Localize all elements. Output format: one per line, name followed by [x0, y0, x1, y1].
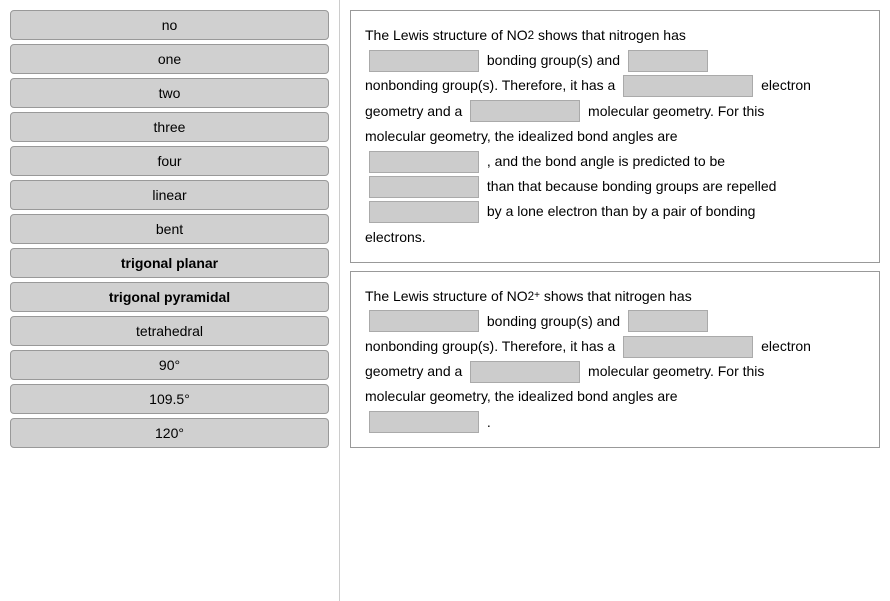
block2-line3: nonbonding group(s). Therefore, it has a… — [365, 334, 865, 359]
block2-shows: shows that nitrogen has — [540, 284, 692, 309]
word-item-trigonal-pyramidal[interactable]: trigonal pyramidal — [10, 282, 329, 312]
question-block-2: The Lewis structure of NO2+ shows that n… — [350, 271, 880, 448]
blank-1-5[interactable] — [369, 151, 479, 173]
word-item-120-[interactable]: 120° — [10, 418, 329, 448]
blank-1-6[interactable] — [369, 176, 479, 198]
block1-line7: than that because bonding groups are rep… — [365, 174, 865, 199]
block1-line8: by a lone electron than by a pair of bon… — [365, 199, 865, 224]
word-item-tetrahedral[interactable]: tetrahedral — [10, 316, 329, 346]
word-item-no[interactable]: no — [10, 10, 329, 40]
blank-2-2[interactable] — [628, 310, 708, 332]
block1-line9: electrons. — [365, 225, 865, 250]
question-panel: The Lewis structure of NO2 shows that ni… — [340, 0, 890, 601]
blank-1-7[interactable] — [369, 201, 479, 223]
block1-line5: molecular geometry, the idealized bond a… — [365, 124, 865, 149]
word-item-four[interactable]: four — [10, 146, 329, 176]
word-item-bent[interactable]: bent — [10, 214, 329, 244]
block1-intro: The Lewis structure of NO — [365, 23, 528, 48]
word-item-90-[interactable]: 90° — [10, 350, 329, 380]
blank-2-5[interactable] — [369, 411, 479, 433]
word-item-linear[interactable]: linear — [10, 180, 329, 210]
word-item-one[interactable]: one — [10, 44, 329, 74]
block2-line4: geometry and a molecular geometry. For t… — [365, 359, 865, 384]
word-bank: no one two three four linear bent trigonal plan… — [0, 0, 340, 601]
block2-line5: molecular geometry, the idealized bond a… — [365, 384, 865, 409]
block1-shows: shows that nitrogen has — [534, 23, 686, 48]
block2-line1: The Lewis structure of NO2+ shows that n… — [365, 284, 865, 309]
word-item-trigonal-planar[interactable]: trigonal planar — [10, 248, 329, 278]
question-block-1: The Lewis structure of NO2 shows that ni… — [350, 10, 880, 263]
block2-intro: The Lewis structure of NO — [365, 284, 528, 309]
block1-line1: The Lewis structure of NO2 shows that ni… — [365, 23, 865, 48]
word-item-two[interactable]: two — [10, 78, 329, 108]
block1-line4: geometry and a molecular geometry. For t… — [365, 99, 865, 124]
block2-line6: . — [365, 410, 865, 435]
blank-1-3[interactable] — [623, 75, 753, 97]
block1-line6: , and the bond angle is predicted to be — [365, 149, 865, 174]
blank-2-3[interactable] — [623, 336, 753, 358]
block1-line3: nonbonding group(s). Therefore, it has a… — [365, 73, 865, 98]
word-item-109-5-[interactable]: 109.5° — [10, 384, 329, 414]
blank-2-1[interactable] — [369, 310, 479, 332]
block1-line2: bonding group(s) and — [365, 48, 865, 73]
word-item-three[interactable]: three — [10, 112, 329, 142]
block2-line2: bonding group(s) and — [365, 309, 865, 334]
blank-1-1[interactable] — [369, 50, 479, 72]
blank-1-4[interactable] — [470, 100, 580, 122]
blank-1-2[interactable] — [628, 50, 708, 72]
blank-2-4[interactable] — [470, 361, 580, 383]
